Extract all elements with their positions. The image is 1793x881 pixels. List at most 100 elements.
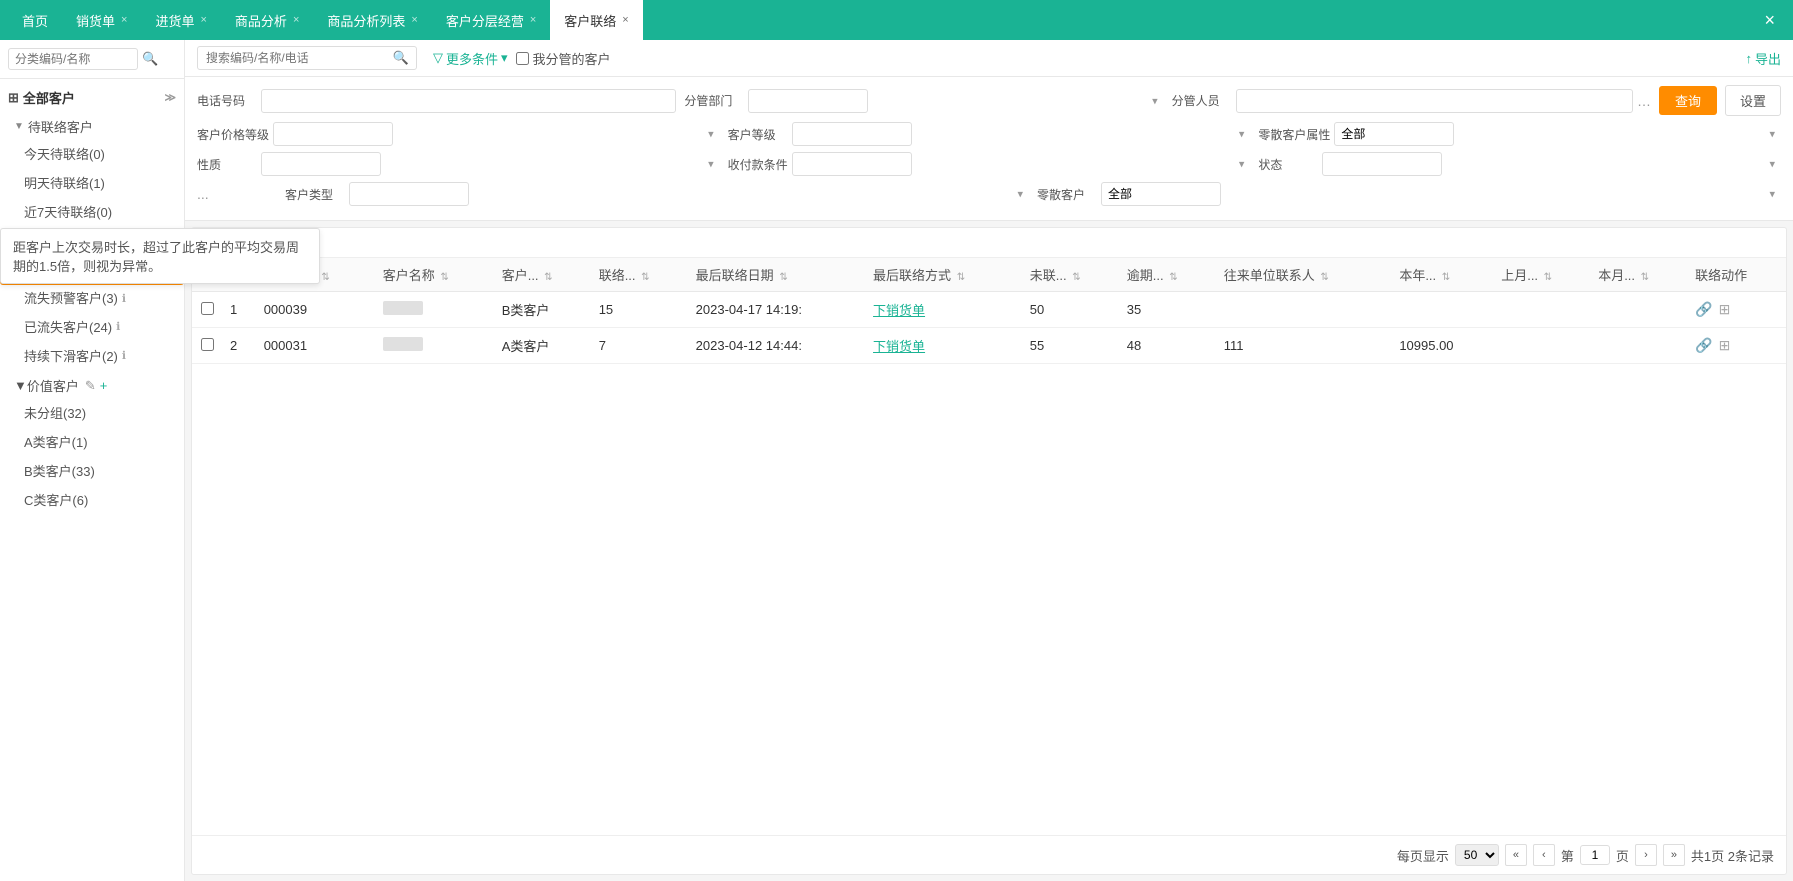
- nav-item-analysis-list[interactable]: 商品分析列表 ×: [313, 0, 431, 40]
- sort-icon[interactable]: ⇅: [957, 272, 965, 283]
- sort-icon[interactable]: ⇅: [1072, 272, 1080, 283]
- nav-item-analysis[interactable]: 商品分析 ×: [221, 0, 313, 40]
- sort-icon[interactable]: ⇅: [1442, 272, 1450, 283]
- page-number-input[interactable]: [1580, 845, 1610, 865]
- person-input[interactable]: [1236, 89, 1633, 113]
- last-method-link[interactable]: 下销货单: [873, 339, 925, 354]
- sidebar-value-customers-section[interactable]: ▼ 价值客户 ✎ +: [0, 371, 184, 400]
- sidebar-item-class-b[interactable]: B类客户(33): [0, 458, 184, 487]
- sidebar-item-tomorrow[interactable]: 明天待联络(1): [0, 170, 184, 199]
- row-checkbox[interactable]: [201, 302, 214, 315]
- sidebar-item-declining[interactable]: 持续下滑客户(2) ℹ: [0, 343, 184, 372]
- customer-type-field: 客户类型: [285, 182, 1029, 206]
- sidebar-item-ungrouped[interactable]: 未分组(32): [0, 400, 184, 429]
- nav-item-customer-contact[interactable]: 客户联络 ×: [550, 0, 642, 40]
- sort-icon[interactable]: ⇅: [440, 272, 448, 283]
- nav-item-sales[interactable]: 销货单 ×: [62, 0, 141, 40]
- close-icon[interactable]: ×: [200, 14, 206, 26]
- sort-icon[interactable]: ⇅: [1169, 272, 1177, 283]
- settings-button[interactable]: 设置: [1725, 85, 1781, 116]
- search-icon[interactable]: 🔍: [142, 51, 158, 67]
- last-page-button[interactable]: »: [1663, 844, 1685, 866]
- sidebar-search-input[interactable]: [8, 48, 138, 70]
- export-button[interactable]: ↑ 导出: [1745, 49, 1781, 68]
- close-icon[interactable]: ×: [622, 14, 628, 26]
- nav-item-home[interactable]: 首页: [8, 0, 62, 40]
- row-checkbox-cell: [192, 292, 222, 328]
- row-actions: 🔗 ⊞: [1687, 328, 1786, 364]
- my-customers-checkbox[interactable]: [516, 52, 529, 65]
- nav-item-purchase[interactable]: 进货单 ×: [141, 0, 220, 40]
- status-select[interactable]: [1322, 152, 1442, 176]
- more-icon[interactable]: …: [1637, 93, 1651, 109]
- row-contacts: 111: [1216, 328, 1392, 364]
- sidebar-all-customers[interactable]: ⊞ 全部客户 ≫: [0, 83, 184, 112]
- close-icon[interactable]: ×: [121, 14, 127, 26]
- query-button[interactable]: 查询: [1659, 86, 1717, 115]
- sidebar-item-churn-warning[interactable]: 流失预警客户(3) ℹ: [0, 285, 184, 314]
- my-customers-checkbox-area[interactable]: 我分管的客户: [516, 49, 611, 68]
- sort-icon[interactable]: ⇅: [641, 272, 649, 283]
- tooltip-box: 距客户上次交易时长，超过了此客户的平均交易周期的1.5倍，则视为异常。: [0, 228, 320, 284]
- prev-page-button[interactable]: ‹: [1533, 844, 1555, 866]
- close-icon[interactable]: ×: [293, 14, 299, 26]
- close-icon[interactable]: ×: [530, 14, 536, 26]
- payment-field: 收付款条件: [728, 152, 1251, 176]
- sidebar-item-class-c[interactable]: C类客户(6): [0, 487, 184, 516]
- close-icon[interactable]: ×: [411, 14, 417, 26]
- table-header-row: 客户编码 ⇅ 客户名称 ⇅ 客户... ⇅: [192, 258, 1786, 292]
- grid-action-icon[interactable]: ⊞: [1719, 301, 1731, 318]
- page-size-select[interactable]: 50: [1455, 844, 1499, 866]
- link-action-icon[interactable]: 🔗: [1695, 301, 1712, 318]
- triangle-icon: ▼: [14, 378, 27, 393]
- sort-icon[interactable]: ⇅: [1544, 272, 1552, 283]
- sidebar-item-churned[interactable]: 已流失客户(24) ℹ: [0, 314, 184, 343]
- action-icons: 🔗 ⊞: [1695, 301, 1778, 318]
- name-placeholder: [383, 337, 423, 351]
- sort-icon[interactable]: ⇅: [544, 272, 552, 283]
- row-contacts: [1216, 292, 1392, 328]
- triangle-icon: ▼: [14, 121, 24, 132]
- filter-search-input[interactable]: [197, 46, 417, 70]
- dept-select[interactable]: [748, 89, 868, 113]
- dots-icon[interactable]: ...: [197, 186, 209, 202]
- info-icon: ℹ: [122, 348, 126, 366]
- col-actions: 联络动作: [1687, 258, 1786, 292]
- row-checkbox[interactable]: [201, 338, 214, 351]
- row-last-method: 下销货单: [865, 328, 1022, 364]
- sort-icon[interactable]: ⇅: [1641, 272, 1649, 283]
- sort-icon[interactable]: ⇅: [779, 272, 787, 283]
- edit-icon[interactable]: ✎: [85, 378, 96, 394]
- customer-type-select[interactable]: [349, 182, 469, 206]
- sidebar-item-class-a[interactable]: A类客户(1): [0, 429, 184, 458]
- filter-row-3: 性质 收付款条件 状态: [197, 152, 1781, 176]
- table-scroll[interactable]: 客户编码 ⇅ 客户名称 ⇅ 客户... ⇅: [192, 258, 1786, 835]
- status-field: 状态: [1258, 152, 1781, 176]
- add-icon[interactable]: +: [100, 378, 108, 393]
- sidebar-group-pending-contact[interactable]: ▼ 待联络客户: [0, 112, 184, 141]
- gender-select[interactable]: [261, 152, 381, 176]
- first-page-button[interactable]: «: [1505, 844, 1527, 866]
- retail-customer-select[interactable]: 全部: [1101, 182, 1221, 206]
- sort-icon[interactable]: ⇅: [321, 272, 329, 283]
- nav-item-customer-tier[interactable]: 客户分层经营 ×: [432, 0, 550, 40]
- grid-action-icon[interactable]: ⊞: [1719, 337, 1731, 354]
- retail-attr-select[interactable]: 全部: [1334, 122, 1454, 146]
- sort-icon[interactable]: ⇅: [1320, 272, 1328, 283]
- more-conditions-btn[interactable]: ▽ 更多条件 ▾: [433, 49, 508, 68]
- sidebar-item-today[interactable]: 今天待联络(0): [0, 141, 184, 170]
- row-uncontact: 50: [1022, 292, 1119, 328]
- sidebar-item-7days[interactable]: 近7天待联络(0): [0, 199, 184, 228]
- customer-level-select[interactable]: [792, 122, 912, 146]
- link-action-icon[interactable]: 🔗: [1695, 337, 1712, 354]
- last-method-link[interactable]: 下销货单: [873, 303, 925, 318]
- collapse-icon[interactable]: ≫: [164, 91, 176, 104]
- col-uncontact: 未联... ⇅: [1022, 258, 1119, 292]
- payment-select[interactable]: [792, 152, 912, 176]
- phone-input[interactable]: [261, 89, 676, 113]
- col-type: 客户... ⇅: [494, 258, 591, 292]
- next-page-button[interactable]: ›: [1635, 844, 1657, 866]
- price-level-select[interactable]: [273, 122, 393, 146]
- info-icon: ℹ: [116, 319, 120, 337]
- window-close-button[interactable]: ×: [1754, 10, 1785, 31]
